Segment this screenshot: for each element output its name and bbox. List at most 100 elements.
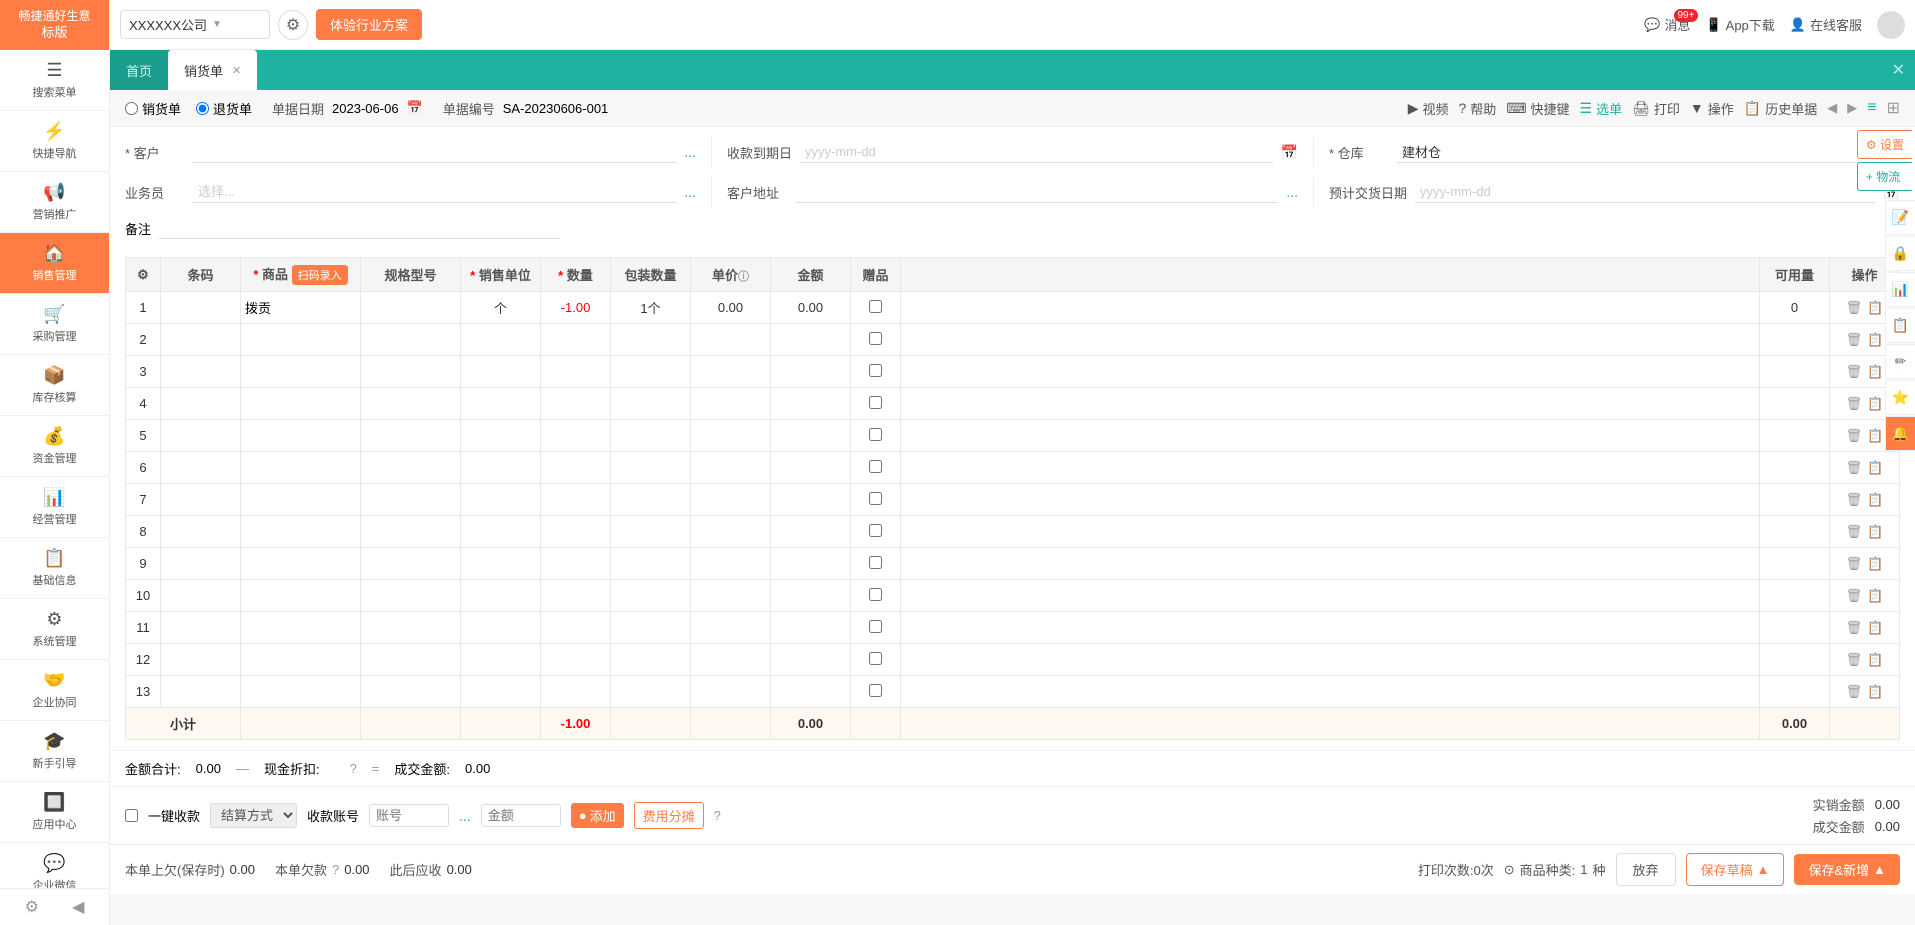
float-btn-2[interactable]: 🔒 (1885, 236, 1915, 271)
action-help[interactable]: ? 帮助 (1459, 99, 1497, 118)
copy-icon-10[interactable]: 📋 (1867, 620, 1883, 636)
sidebar-item-quicknav[interactable]: ⚡ 快捷导航 (0, 111, 109, 172)
arrears-help-icon[interactable]: ? (332, 862, 339, 877)
delete-icon-5[interactable]: 🗑 (1846, 460, 1863, 476)
cell-barcode-11[interactable] (161, 644, 241, 676)
cell-product-7[interactable] (241, 516, 361, 548)
discard-button[interactable]: 放弃 (1616, 853, 1676, 886)
radio-return[interactable]: 退货单 (196, 99, 252, 118)
copy-icon-0[interactable]: 📋 (1867, 300, 1883, 316)
cell-barcode-0[interactable] (161, 292, 241, 324)
gift-checkbox-3[interactable] (869, 396, 882, 409)
sidebar-collapse-icon[interactable]: ◀ (72, 897, 84, 917)
prev-icon[interactable]: ◀ (1827, 100, 1837, 116)
sidebar-item-sales[interactable]: 🏠 销售管理 (0, 233, 109, 294)
cell-gift-11[interactable] (851, 644, 901, 676)
radio-sales[interactable]: 销货单 (125, 99, 181, 118)
spec-input-8[interactable] (365, 556, 456, 571)
cell-spec-10[interactable] (361, 612, 461, 644)
sidebar-settings-icon[interactable]: ⚙ (25, 897, 39, 917)
sidebar-item-newbie[interactable]: 🎓 新手引导 (0, 721, 109, 782)
message-button[interactable]: 💬 消息 99+ (1644, 15, 1690, 34)
product-input-5[interactable] (245, 460, 356, 475)
barcode-input-9[interactable] (165, 588, 236, 603)
delete-icon-9[interactable]: 🗑 (1846, 588, 1863, 604)
gift-checkbox-8[interactable] (869, 556, 882, 569)
barcode-input-7[interactable] (165, 524, 236, 539)
product-input-10[interactable] (245, 620, 356, 635)
cell-barcode-3[interactable] (161, 388, 241, 420)
summary-help-icon[interactable]: ? (350, 761, 357, 776)
cell-product-11[interactable] (241, 644, 361, 676)
spec-input-5[interactable] (365, 460, 456, 475)
float-btn-orange[interactable]: 🔔 (1885, 416, 1915, 451)
online-service-button[interactable]: 👤 在线客服 (1790, 15, 1862, 34)
cell-spec-9[interactable] (361, 580, 461, 612)
delete-icon-7[interactable]: 🗑 (1846, 524, 1863, 540)
spec-input-3[interactable] (365, 396, 456, 411)
product-input-8[interactable] (245, 556, 356, 571)
cell-barcode-10[interactable] (161, 612, 241, 644)
float-btn-1[interactable]: 📝 (1885, 200, 1915, 235)
product-input-11[interactable] (245, 652, 356, 667)
action-operate[interactable]: ▼ 操作 (1690, 99, 1734, 118)
cell-barcode-7[interactable] (161, 516, 241, 548)
cell-spec-12[interactable] (361, 676, 461, 708)
cell-spec-11[interactable] (361, 644, 461, 676)
cell-spec-7[interactable] (361, 516, 461, 548)
copy-icon-2[interactable]: 📋 (1867, 364, 1883, 380)
cell-product-5[interactable] (241, 452, 361, 484)
cell-product-3[interactable] (241, 388, 361, 420)
amount-input[interactable] (481, 804, 561, 827)
delete-icon-0[interactable]: 🗑 (1846, 300, 1863, 316)
customer-addr-input[interactable] (795, 181, 1278, 203)
copy-icon-1[interactable]: 📋 (1867, 332, 1883, 348)
cell-product-8[interactable] (241, 548, 361, 580)
settings-button[interactable]: ⚙ 设置 (1857, 130, 1912, 159)
cell-spec-0[interactable] (361, 292, 461, 324)
cell-product-6[interactable] (241, 484, 361, 516)
warehouse-input[interactable] (1397, 141, 1880, 163)
scan-button[interactable]: 扫码录入 (292, 265, 348, 285)
cell-barcode-5[interactable] (161, 452, 241, 484)
cell-barcode-2[interactable] (161, 356, 241, 388)
gift-checkbox-12[interactable] (869, 684, 882, 697)
float-btn-3[interactable]: 📊 (1885, 272, 1915, 307)
action-video[interactable]: ▶ 视频 (1408, 99, 1449, 118)
product-input-6[interactable] (245, 492, 356, 507)
customer-input[interactable] (193, 141, 676, 163)
product-input-2[interactable] (245, 364, 356, 379)
save-new-button[interactable]: 保存&新增 ▲ (1794, 854, 1900, 885)
sidebar-item-system[interactable]: ⚙ 系统管理 (0, 599, 109, 660)
due-date-calendar-icon[interactable]: 📅 (1281, 144, 1298, 161)
spec-input-4[interactable] (365, 428, 456, 443)
view-list-icon[interactable]: ≡ (1867, 99, 1876, 117)
cell-gift-9[interactable] (851, 580, 901, 612)
window-close-icon[interactable]: ✕ (1892, 60, 1905, 80)
sidebar-item-wechat[interactable]: 💬 企业微信 (0, 843, 109, 888)
salesperson-ellipsis[interactable]: ... (684, 184, 696, 200)
calc-method-select[interactable]: 结算方式 (210, 803, 297, 828)
cell-barcode-1[interactable] (161, 324, 241, 356)
gift-checkbox-7[interactable] (869, 524, 882, 537)
copy-icon-4[interactable]: 📋 (1867, 428, 1883, 444)
cell-gift-12[interactable] (851, 676, 901, 708)
copy-icon-6[interactable]: 📋 (1867, 492, 1883, 508)
spec-input-10[interactable] (365, 620, 456, 635)
expense-help-icon[interactable]: ? (714, 808, 721, 823)
spec-input-0[interactable] (365, 300, 456, 315)
due-date-input[interactable] (800, 141, 1273, 163)
product-input-4[interactable] (245, 428, 356, 443)
barcode-input-5[interactable] (165, 460, 236, 475)
copy-icon-11[interactable]: 📋 (1867, 652, 1883, 668)
barcode-input-11[interactable] (165, 652, 236, 667)
cell-barcode-4[interactable] (161, 420, 241, 452)
float-btn-5[interactable]: ✏ (1885, 344, 1915, 379)
customer-ellipsis[interactable]: ... (684, 144, 696, 160)
delete-icon-8[interactable]: 🗑 (1846, 556, 1863, 572)
add-button[interactable]: ● 添加 (571, 803, 624, 828)
spec-input-9[interactable] (365, 588, 456, 603)
cell-spec-1[interactable] (361, 324, 461, 356)
cell-product-10[interactable] (241, 612, 361, 644)
action-history[interactable]: 📋 历史单据 (1744, 99, 1817, 118)
